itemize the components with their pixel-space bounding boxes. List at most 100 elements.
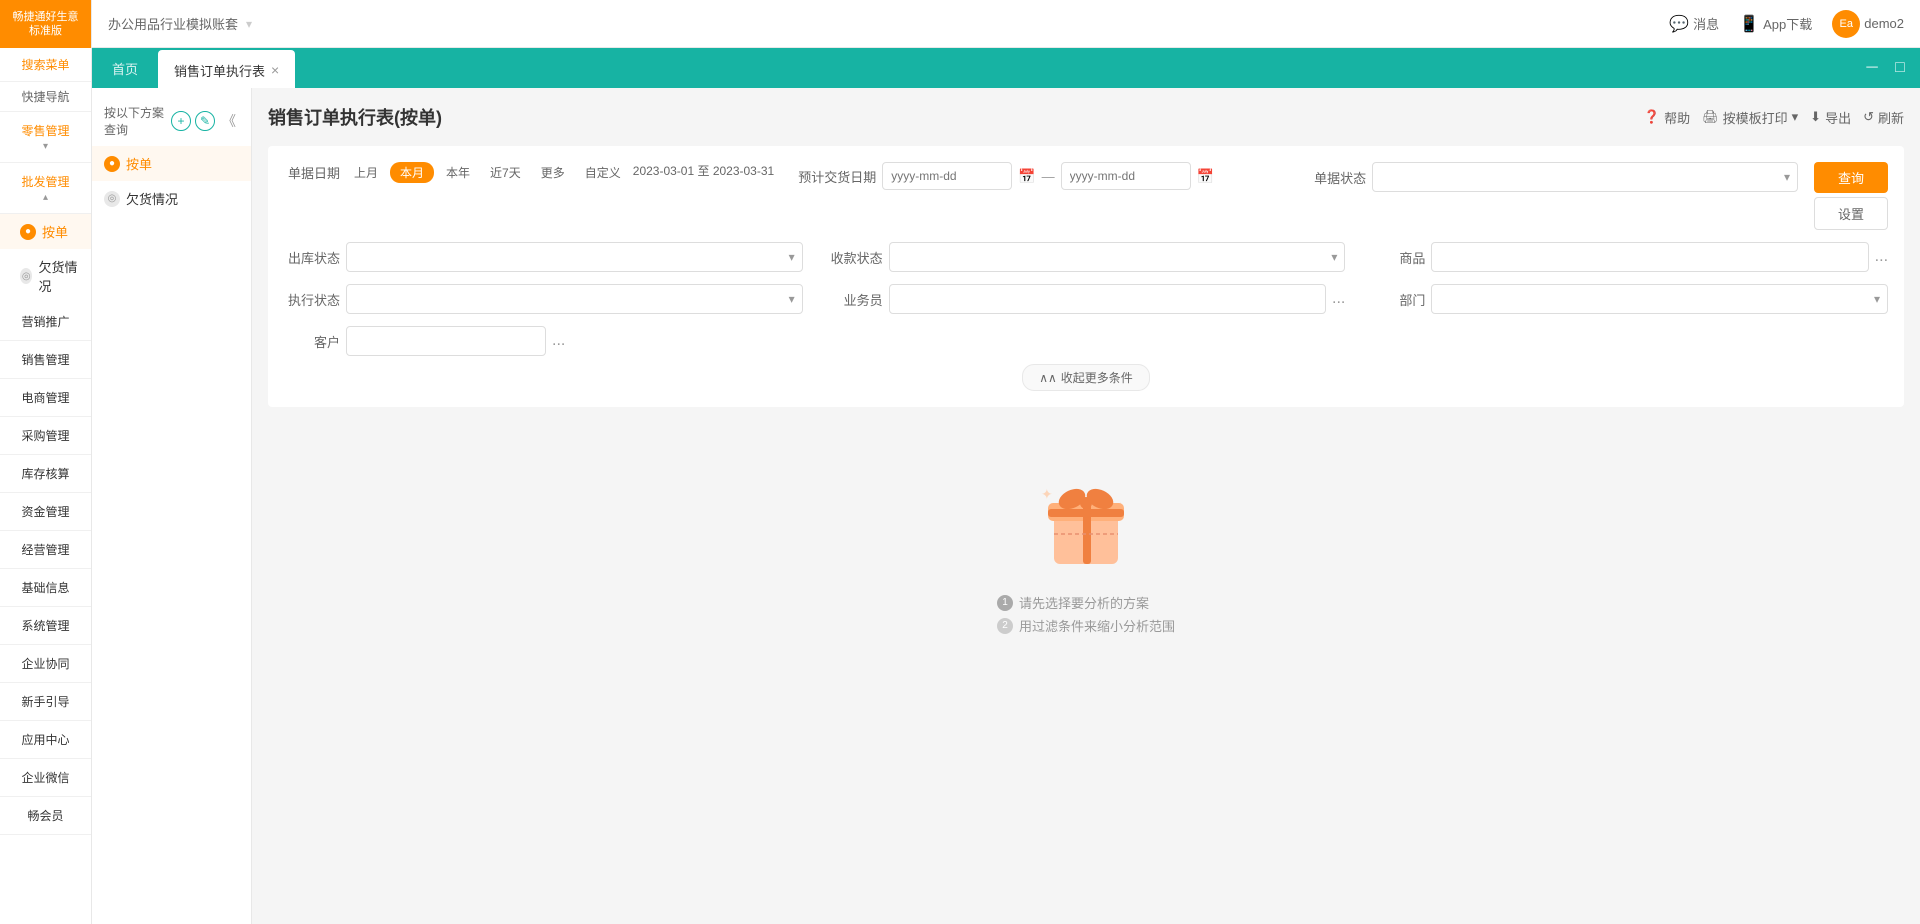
tab-minimize-btn[interactable]: ─ [1860, 56, 1884, 80]
date-btn-this-year[interactable]: 本年 [438, 162, 478, 183]
empty-state: ✦ ✦ [268, 419, 1904, 699]
action-buttons: 查询 设置 [1814, 162, 1888, 230]
debt-icon: ◎ [20, 268, 32, 284]
sidebar-item-wholesale[interactable]: 批发管理 ▴ [0, 163, 91, 214]
customer-more-btn[interactable]: ... [552, 332, 565, 350]
print-dropdown-icon[interactable]: ▾ [1792, 109, 1799, 125]
header-right-actions: 💬 消息 📱 App下载 Ea demo2 [1669, 10, 1904, 38]
refresh-btn[interactable]: ↺ 刷新 [1863, 108, 1904, 127]
app-logo: 畅捷通好生意 标准版 [0, 0, 91, 48]
content-area: 按以下方案查询 + ✎ 《 ● 按单 ◎ 欠货情况 销售订单执行表(按单) [92, 88, 1920, 924]
forecast-date-end-icon[interactable]: 📅 [1197, 168, 1214, 185]
tab-sales-exec[interactable]: 销售订单执行表 × [158, 50, 295, 90]
plan-debt-icon: ◎ [104, 191, 120, 207]
plan-item-debt[interactable]: ◎ 欠货情况 [92, 181, 251, 216]
salesperson-more-btn[interactable]: ... [1332, 290, 1345, 308]
sidebar-item-basic[interactable]: 基础信息 [0, 569, 91, 607]
sidebar-quick-nav[interactable]: 快捷导航 [0, 82, 91, 112]
date-btn-7days[interactable]: 近7天 [482, 162, 529, 183]
sidebar-item-finance[interactable]: 资金管理 [0, 493, 91, 531]
date-btn-custom[interactable]: 自定义 [577, 162, 629, 183]
sidebar-item-inventory[interactable]: 库存核算 [0, 455, 91, 493]
sidebar-item-member[interactable]: 畅会员 [0, 797, 91, 835]
page-title-row: 销售订单执行表(按单) ❓ 帮助 🖨 按模板打印 ▾ ⬇ 导出 [268, 104, 1904, 130]
tab-maximize-btn[interactable]: □ [1888, 56, 1912, 80]
svg-text:✦: ✦ [1041, 486, 1053, 502]
help-icon: ❓ [1644, 109, 1660, 125]
date-range-text: 2023-03-01 至 2023-03-31 [633, 162, 774, 179]
payment-status-select[interactable] [889, 242, 1346, 272]
main-area: 办公用品行业模拟账套 ▾ 💬 消息 📱 App下载 Ea demo2 首页 销售… [92, 0, 1920, 924]
message-icon: 💬 [1669, 14, 1689, 34]
help-btn[interactable]: ❓ 帮助 [1644, 108, 1690, 127]
ship-status-select[interactable] [346, 242, 803, 272]
sidebar-sub-item-debt[interactable]: ◎ 欠货情况 [0, 249, 91, 303]
goods-input[interactable] [1431, 242, 1868, 272]
sidebar-item-operations[interactable]: 经营管理 [0, 531, 91, 569]
user-profile[interactable]: Ea demo2 [1832, 10, 1904, 38]
collapse-row: ∧∧ 收起更多条件 [284, 364, 1888, 391]
sidebar-item-retail[interactable]: 零售管理 ▾ [0, 112, 91, 163]
sidebar-item-purchase[interactable]: 采购管理 [0, 417, 91, 455]
department-select[interactable] [1431, 284, 1888, 314]
doc-status-label: 单据状态 [1310, 168, 1366, 187]
goods-label: 商品 [1369, 248, 1425, 267]
forecast-date-start-icon[interactable]: 📅 [1018, 168, 1035, 185]
sidebar-item-ecommerce[interactable]: 电商管理 [0, 379, 91, 417]
empty-tip-2: 2 用过滤条件来缩小分析范围 [997, 616, 1175, 635]
chevron-up-icon: ▴ [43, 192, 48, 203]
tab-close-icon[interactable]: × [271, 63, 279, 77]
goods-more-btn[interactable]: ... [1875, 248, 1888, 266]
breadcrumb: 办公用品行业模拟账套 [108, 14, 238, 33]
date-btn-this-month[interactable]: 本月 [390, 162, 434, 183]
download-icon: 📱 [1739, 14, 1759, 34]
page-actions: ❓ 帮助 🖨 按模板打印 ▾ ⬇ 导出 ↺ 刷新 [1644, 108, 1904, 127]
add-plan-btn[interactable]: + [171, 111, 191, 131]
date-btn-more[interactable]: 更多 [533, 162, 573, 183]
tab-home[interactable]: 首页 [92, 48, 158, 88]
forecast-date-end-input[interactable] [1061, 162, 1191, 190]
sidebar-item-sales[interactable]: 销售管理 [0, 341, 91, 379]
salesperson-label: 业务员 [827, 290, 883, 309]
sidebar-item-appstore[interactable]: 应用中心 [0, 721, 91, 759]
print-btn[interactable]: 🖨 按模板打印 ▾ [1702, 108, 1798, 127]
sidebar-sub-item-order[interactable]: ● 按单 [0, 214, 91, 249]
chevron-down-icon: ▾ [43, 141, 48, 152]
department-label: 部门 [1369, 290, 1425, 309]
sidebar-item-enterprise[interactable]: 企业协同 [0, 645, 91, 683]
doc-status-select[interactable] [1372, 162, 1798, 192]
query-btn[interactable]: 查询 [1814, 162, 1888, 193]
collapse-panel-btn[interactable]: 《 [219, 111, 239, 131]
date-separator: — [1042, 169, 1055, 184]
tab-bar-actions: ─ □ [1860, 56, 1920, 80]
sidebar-search[interactable]: 搜索菜单 [0, 48, 91, 82]
sidebar-item-newbie[interactable]: 新手引导 [0, 683, 91, 721]
breadcrumb-area: 办公用品行业模拟账套 ▾ [108, 14, 252, 33]
payment-status-wrapper [889, 242, 1346, 272]
left-panel: 按以下方案查询 + ✎ 《 ● 按单 ◎ 欠货情况 [92, 88, 252, 924]
date-label: 单据日期 [284, 163, 340, 182]
order-icon: ● [20, 224, 36, 240]
collapse-filter-btn[interactable]: ∧∧ 收起更多条件 [1022, 364, 1150, 391]
sidebar-item-wechat[interactable]: 企业微信 [0, 759, 91, 797]
tip-num-2: 2 [997, 618, 1013, 634]
collapse-icon: ∧∧ [1039, 371, 1057, 385]
forecast-date-start-input[interactable] [882, 162, 1012, 190]
top-header: 办公用品行业模拟账套 ▾ 💬 消息 📱 App下载 Ea demo2 [92, 0, 1920, 48]
sidebar: 畅捷通好生意 标准版 搜索菜单 快捷导航 零售管理 ▾ 批发管理 ▴ ● 按单 … [0, 0, 92, 924]
left-panel-header: 按以下方案查询 + ✎ 《 [92, 100, 251, 146]
customer-input[interactable] [346, 326, 546, 356]
sidebar-item-marketing[interactable]: 营销推广 [0, 303, 91, 341]
plan-item-order[interactable]: ● 按单 [92, 146, 251, 181]
customer-label: 客户 [284, 332, 340, 351]
exec-status-select[interactable] [346, 284, 803, 314]
app-download-btn[interactable]: 📱 App下载 [1739, 14, 1812, 34]
sidebar-item-system[interactable]: 系统管理 [0, 607, 91, 645]
edit-plan-btn[interactable]: ✎ [195, 111, 215, 131]
breadcrumb-dropdown-icon[interactable]: ▾ [246, 17, 252, 31]
date-btn-last-month[interactable]: 上月 [346, 162, 386, 183]
export-btn[interactable]: ⬇ 导出 [1810, 108, 1851, 127]
setting-btn[interactable]: 设置 [1814, 197, 1888, 230]
message-btn[interactable]: 💬 消息 [1669, 14, 1719, 34]
salesperson-input[interactable] [889, 284, 1326, 314]
